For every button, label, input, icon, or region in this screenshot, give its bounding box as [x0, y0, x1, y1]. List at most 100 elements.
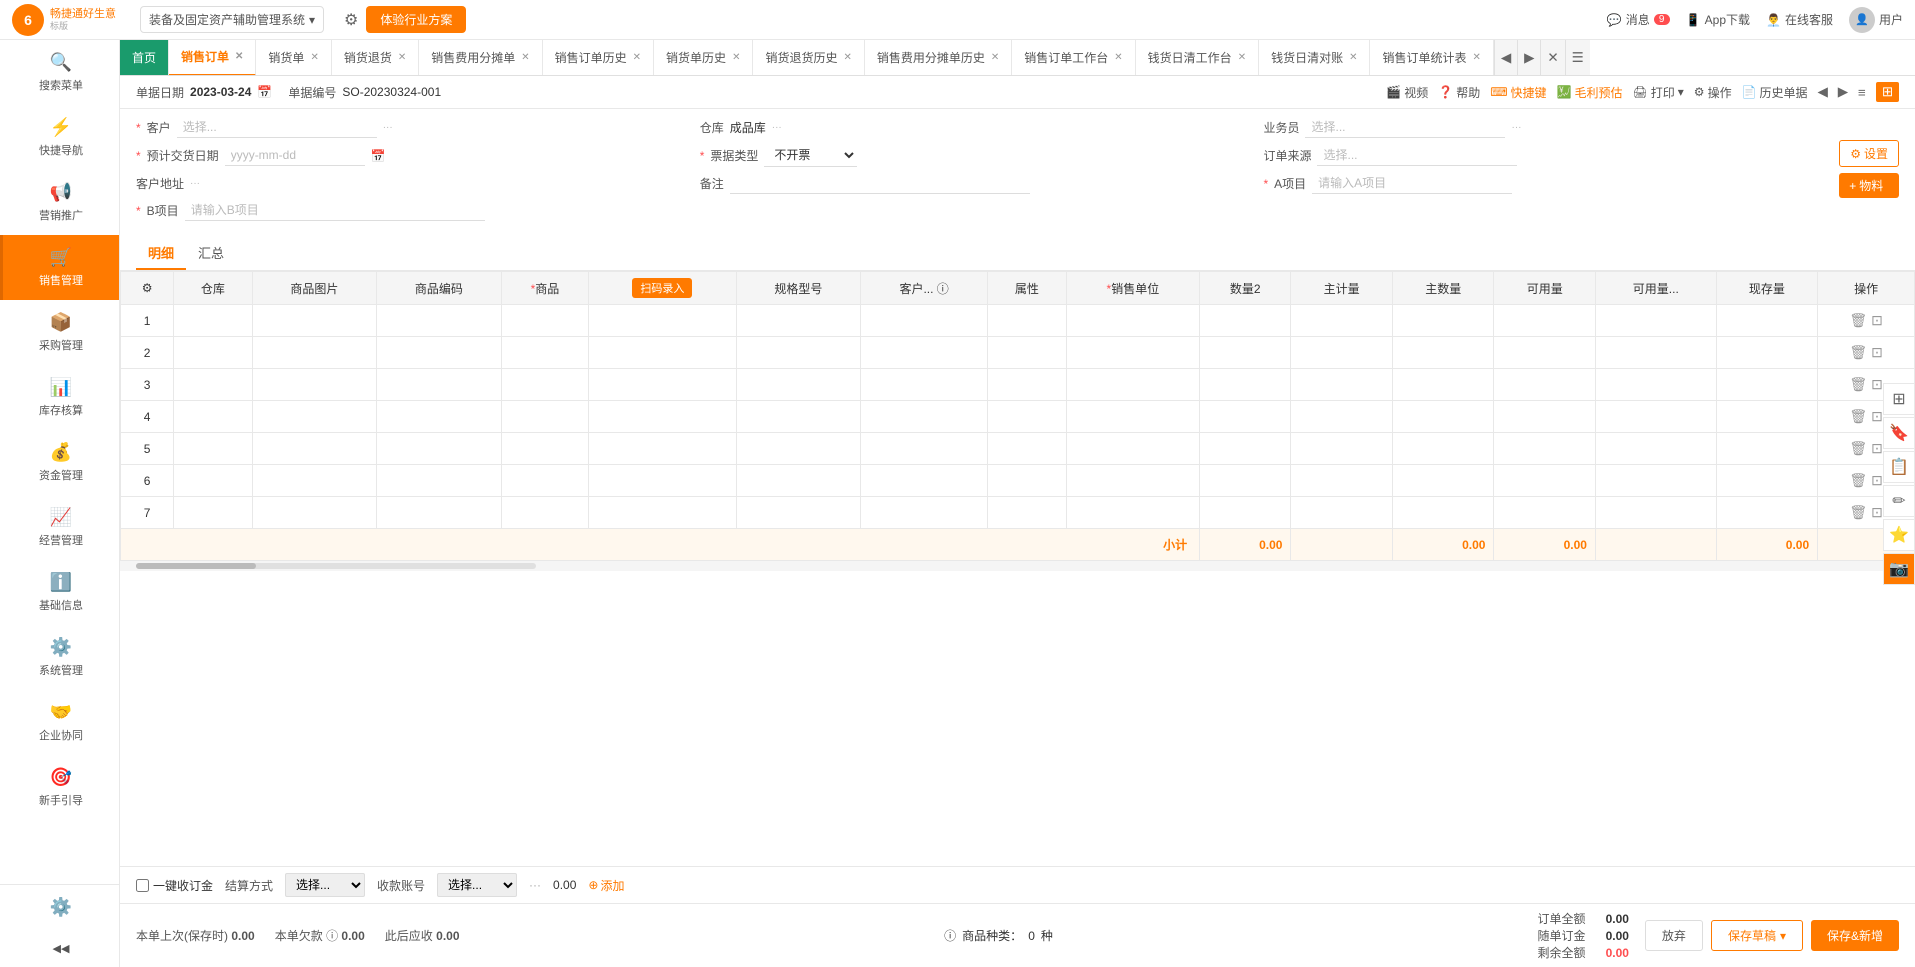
warehouse-more-btn[interactable]: ··· [772, 122, 782, 133]
app-download-btn[interactable]: 📱 App下载 [1686, 11, 1750, 28]
float-btn-6[interactable]: 📷 [1883, 553, 1915, 585]
discard-btn[interactable]: 放弃 [1645, 920, 1703, 951]
copy-row-btn[interactable]: ⊡ [1871, 472, 1883, 489]
copy-row-btn[interactable]: ⊡ [1871, 376, 1883, 393]
detail-tab-detail[interactable]: 明细 [136, 237, 186, 270]
tab-prev-btn[interactable]: ◀ [1494, 40, 1517, 76]
a-project-input[interactable] [1312, 173, 1512, 194]
tab-daily-workspace[interactable]: 钱货日清工作台 ✕ [1136, 40, 1259, 76]
close-icon[interactable]: ✕ [732, 52, 740, 63]
one-click-checkbox[interactable]: 一键收订金 [136, 877, 213, 894]
close-icon[interactable]: ✕ [1473, 52, 1481, 63]
copy-row-btn[interactable]: ⊡ [1871, 440, 1883, 457]
settings-btn[interactable]: ⚙ 设置 [1839, 140, 1899, 167]
horizontal-scrollbar[interactable] [120, 561, 1915, 571]
sidebar-item-collab[interactable]: 🤝 企业协同 [0, 690, 119, 755]
delete-row-btn[interactable]: 🗑 [1849, 344, 1867, 361]
address-more-btn[interactable]: ··· [190, 178, 200, 189]
float-btn-5[interactable]: ⭐ [1883, 519, 1915, 551]
add-payment-btn[interactable]: ⊕ 添加 [588, 877, 624, 894]
sidebar-item-purchase[interactable]: 📦 采购管理 [0, 300, 119, 365]
sidebar-item-search[interactable]: 🔍 搜索菜单 [0, 40, 119, 105]
tab-sales-stats[interactable]: 销售订单统计表 ✕ [1370, 40, 1493, 76]
payment-method-select[interactable]: 选择... [285, 873, 365, 897]
delete-row-btn[interactable]: 🗑 [1849, 312, 1867, 329]
help-btn[interactable]: ❓ 帮助 [1438, 84, 1480, 101]
copy-row-btn[interactable]: ⊡ [1871, 504, 1883, 521]
customer-input[interactable] [177, 117, 377, 138]
tab-sales-order[interactable]: 销售订单 ✕ [169, 40, 256, 76]
close-icon[interactable]: ✕ [1238, 52, 1246, 63]
float-btn-4[interactable]: ✏ [1883, 485, 1915, 517]
tab-daily-reconcile[interactable]: 钱货日清对账 ✕ [1259, 40, 1370, 76]
close-icon[interactable]: ✕ [521, 52, 529, 63]
tab-order-history[interactable]: 销售订单历史 ✕ [543, 40, 654, 76]
user-avatar[interactable]: 👤 用户 [1849, 7, 1903, 33]
tab-sales-receipt[interactable]: 销货单 ✕ [256, 40, 331, 76]
close-icon[interactable]: ✕ [235, 51, 243, 62]
tab-next-btn[interactable]: ▶ [1517, 40, 1540, 76]
gear-settings-icon[interactable]: ⚙ [344, 10, 358, 30]
delete-row-btn[interactable]: 🗑 [1849, 504, 1867, 521]
scan-btn[interactable]: 扫码录入 [632, 278, 692, 298]
sidebar-item-guide[interactable]: 🎯 新手引导 [0, 755, 119, 820]
profit-btn[interactable]: 💹 毛利预估 [1557, 84, 1623, 101]
system-title[interactable]: 装备及固定资产辅助管理系统 ▾ [140, 6, 324, 33]
close-icon[interactable]: ✕ [633, 52, 641, 63]
sidebar-settings[interactable]: ⚙️ [0, 885, 119, 930]
message-btn[interactable]: 💬 消息 9 [1607, 11, 1670, 28]
close-icon[interactable]: ✕ [843, 52, 851, 63]
tab-order-workspace[interactable]: 销售订单工作台 ✕ [1012, 40, 1135, 76]
shortcut-btn[interactable]: ⌨ 快捷键 [1490, 84, 1546, 101]
float-btn-1[interactable]: ⊞ [1883, 383, 1915, 415]
prev-record-btn[interactable]: ◀ [1818, 84, 1828, 100]
next-record-btn[interactable]: ▶ [1838, 84, 1848, 100]
tab-return-history[interactable]: 销货退货历史 ✕ [753, 40, 864, 76]
sidebar-item-finance[interactable]: 💰 资金管理 [0, 430, 119, 495]
print-btn[interactable]: 🖨 打印 ▾ [1633, 84, 1684, 101]
operation-btn[interactable]: ⚙ 操作 [1694, 84, 1732, 101]
sidebar-item-sales[interactable]: 🛒 销售管理 [0, 235, 119, 300]
col-settings[interactable]: ⚙ [121, 272, 174, 305]
float-btn-3[interactable]: 📋 [1883, 451, 1915, 483]
close-icon[interactable]: ✕ [1114, 52, 1122, 63]
calendar2-icon[interactable]: 📅 [371, 149, 386, 163]
save-draft-btn[interactable]: 保存草稿 ▾ [1711, 920, 1803, 951]
sidebar-item-system[interactable]: ⚙️ 系统管理 [0, 625, 119, 690]
copy-row-btn[interactable]: ⊡ [1871, 344, 1883, 361]
history-btn[interactable]: 📄 历史单据 [1742, 84, 1808, 101]
tab-home[interactable]: 首页 [120, 40, 169, 76]
invoice-select[interactable]: 不开票 普通发票 增值税专票 [764, 144, 857, 167]
close-icon[interactable]: ✕ [398, 52, 406, 63]
sidebar-item-business[interactable]: 📈 经营管理 [0, 495, 119, 560]
sidebar-item-nav[interactable]: ⚡ 快捷导航 [0, 105, 119, 170]
b-project-input[interactable] [185, 200, 485, 221]
add-material-btn[interactable]: + 物料 [1839, 173, 1899, 198]
save-new-btn[interactable]: 保存&新增 [1811, 920, 1899, 951]
close-icon[interactable]: ✕ [310, 52, 318, 63]
tab-expense-history[interactable]: 销售费用分摊单历史 ✕ [865, 40, 1012, 76]
staff-input[interactable] [1305, 117, 1505, 138]
account-select[interactable]: 选择... [437, 873, 517, 897]
copy-row-btn[interactable]: ⊡ [1871, 312, 1883, 329]
customer-more-btn[interactable]: ··· [383, 122, 393, 133]
delete-row-btn[interactable]: 🗑 [1849, 472, 1867, 489]
one-click-input[interactable] [136, 879, 149, 892]
list-view-btn[interactable]: ≡ [1858, 85, 1866, 100]
scrollbar-track[interactable] [136, 563, 536, 569]
delete-row-btn[interactable]: 🗑 [1849, 440, 1867, 457]
sidebar-item-basic[interactable]: ℹ️ 基础信息 [0, 560, 119, 625]
sidebar-collapse[interactable]: ◀◀ [0, 930, 119, 967]
close-icon[interactable]: ✕ [991, 52, 999, 63]
sidebar-item-inventory[interactable]: 📊 库存核算 [0, 365, 119, 430]
remark-input[interactable] [730, 173, 1030, 194]
calendar-icon[interactable]: 📅 [257, 85, 272, 99]
account-more-btn[interactable]: ··· [529, 878, 541, 892]
tab-sales-expense[interactable]: 销售费用分摊单 ✕ [419, 40, 542, 76]
sidebar-item-marketing[interactable]: 📢 营销推广 [0, 170, 119, 235]
grid-view-btn[interactable]: ⊞ [1876, 82, 1899, 102]
online-service-btn[interactable]: 👨‍💼 在线客服 [1766, 11, 1833, 28]
delivery-input[interactable] [225, 145, 365, 166]
tab-receipt-history[interactable]: 销货单历史 ✕ [654, 40, 753, 76]
industry-btn[interactable]: 体验行业方案 [366, 6, 466, 33]
